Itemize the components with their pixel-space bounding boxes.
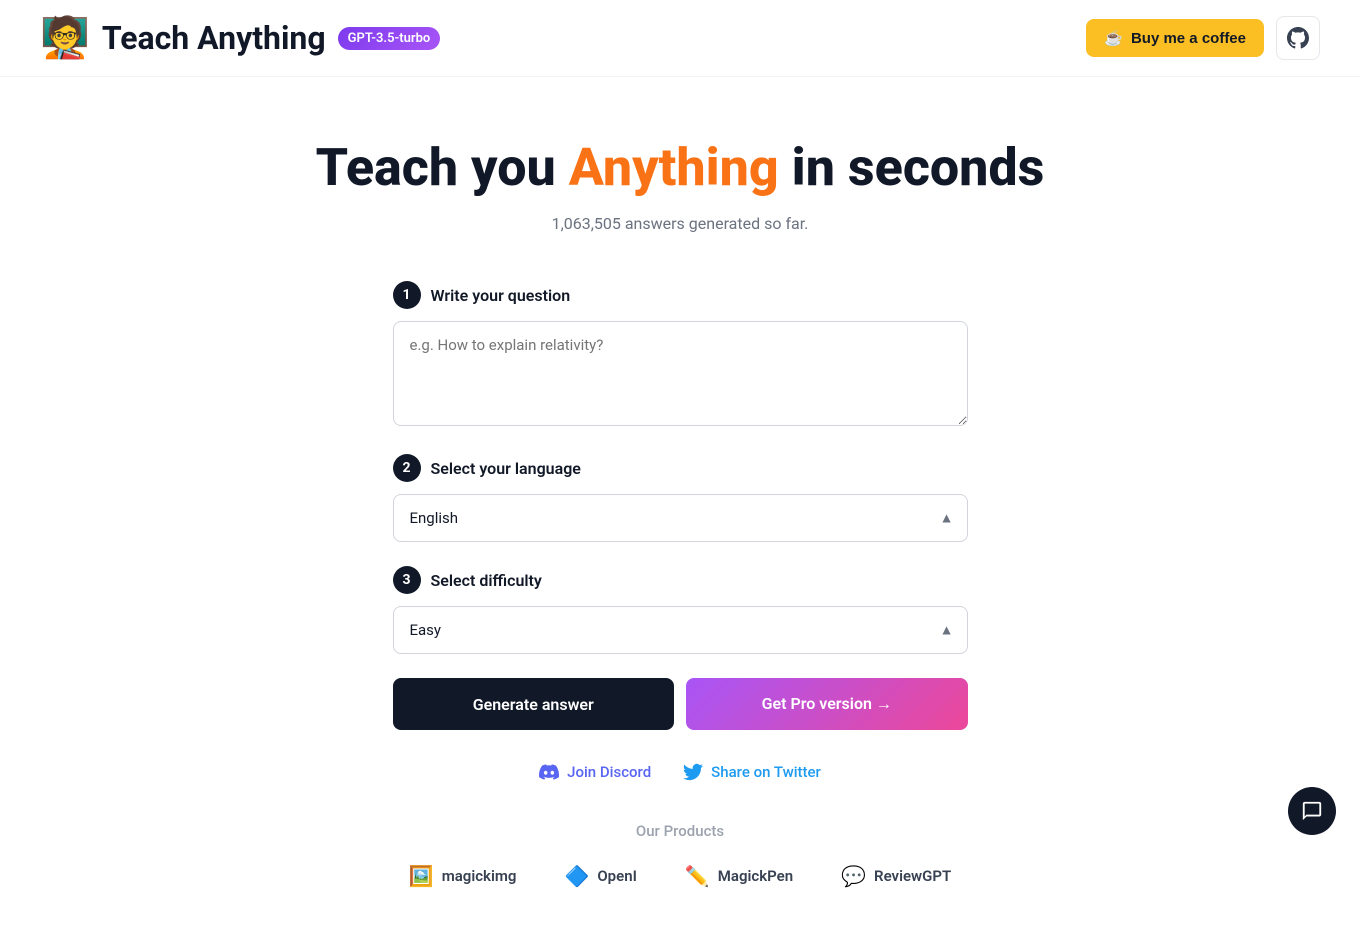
product-reviewgpt[interactable]: 💬 ReviewGPT <box>841 864 951 888</box>
reviewgpt-icon: 💬 <box>841 864 866 888</box>
header-right: ☕ Buy me a coffee <box>1086 16 1320 60</box>
chat-bubble-icon <box>1301 800 1323 822</box>
step1-number: 1 <box>393 281 421 309</box>
twitter-link[interactable]: Share on Twitter <box>683 762 821 782</box>
header-left: 🧑‍🏫 Teach Anything GPT-3.5-turbo <box>40 18 440 58</box>
gpt-badge: GPT-3.5-turbo <box>338 27 441 50</box>
magickimg-icon: 🖼️ <box>409 864 434 888</box>
generate-answer-button[interactable]: Generate answer <box>393 678 675 730</box>
step2-number: 2 <box>393 454 421 482</box>
step2-text: Select your language <box>431 459 581 478</box>
logo-emoji: 🧑‍🏫 <box>40 18 90 58</box>
step3-label: 3 Select difficulty <box>393 566 968 594</box>
main-content: Teach you Anything in seconds 1,063,505 … <box>0 77 1360 928</box>
step2-group: 2 Select your language English Spanish F… <box>393 454 968 542</box>
openl-label: OpenI <box>597 867 637 885</box>
chat-bubble-button[interactable] <box>1288 787 1336 835</box>
answers-count: 1,063,505 answers generated so far. <box>552 214 809 233</box>
step1-label: 1 Write your question <box>393 281 968 309</box>
twitter-icon <box>683 762 703 782</box>
openl-icon: 🔷 <box>564 864 589 888</box>
product-magickpen[interactable]: ✏️ MagickPen <box>685 864 793 888</box>
hero-title-highlight: Anything <box>569 137 779 198</box>
discord-label: Join Discord <box>567 763 651 781</box>
product-magickimg[interactable]: 🖼️ magickimg <box>409 864 517 888</box>
step2-label: 2 Select your language <box>393 454 968 482</box>
step3-number: 3 <box>393 566 421 594</box>
app-title: Teach Anything <box>102 19 326 57</box>
hero-title-part2: in seconds <box>779 137 1045 198</box>
language-select[interactable]: English Spanish French German Chinese Ja… <box>393 494 968 542</box>
magickpen-label: MagickPen <box>718 867 793 885</box>
reviewgpt-label: ReviewGPT <box>874 867 951 885</box>
get-pro-button[interactable]: Get Pro version → <box>686 678 968 730</box>
language-select-wrapper: English Spanish French German Chinese Ja… <box>393 494 968 542</box>
header: 🧑‍🏫 Teach Anything GPT-3.5-turbo ☕ Buy m… <box>0 0 1360 77</box>
difficulty-select[interactable]: Easy Medium Hard <box>393 606 968 654</box>
buttons-row: Generate answer Get Pro version → <box>393 678 968 730</box>
magickimg-label: magickimg <box>442 867 517 885</box>
form-container: 1 Write your question 2 Select your lang… <box>393 281 968 888</box>
step3-group: 3 Select difficulty Easy Medium Hard ▲ <box>393 566 968 654</box>
buy-coffee-button[interactable]: ☕ Buy me a coffee <box>1086 19 1264 57</box>
magickpen-icon: ✏️ <box>685 864 710 888</box>
step3-text: Select difficulty <box>431 571 542 590</box>
github-button[interactable] <box>1276 16 1320 60</box>
our-products-section: Our Products <box>393 822 968 840</box>
products-title: Our Products <box>393 822 968 840</box>
discord-icon <box>539 762 559 782</box>
hero-title-part1: Teach you <box>316 137 569 198</box>
step1-text: Write your question <box>431 286 571 305</box>
github-icon <box>1287 27 1309 49</box>
products-row: 🖼️ magickimg 🔷 OpenI ✏️ MagickPen 💬 Revi… <box>393 864 968 888</box>
social-links: Join Discord Share on Twitter <box>393 762 968 782</box>
difficulty-select-wrapper: Easy Medium Hard ▲ <box>393 606 968 654</box>
question-textarea[interactable] <box>393 321 968 426</box>
product-openl[interactable]: 🔷 OpenI <box>564 864 636 888</box>
hero-title: Teach you Anything in seconds <box>316 137 1045 198</box>
step1-group: 1 Write your question <box>393 281 968 430</box>
discord-link[interactable]: Join Discord <box>539 762 651 782</box>
twitter-label: Share on Twitter <box>711 763 821 781</box>
